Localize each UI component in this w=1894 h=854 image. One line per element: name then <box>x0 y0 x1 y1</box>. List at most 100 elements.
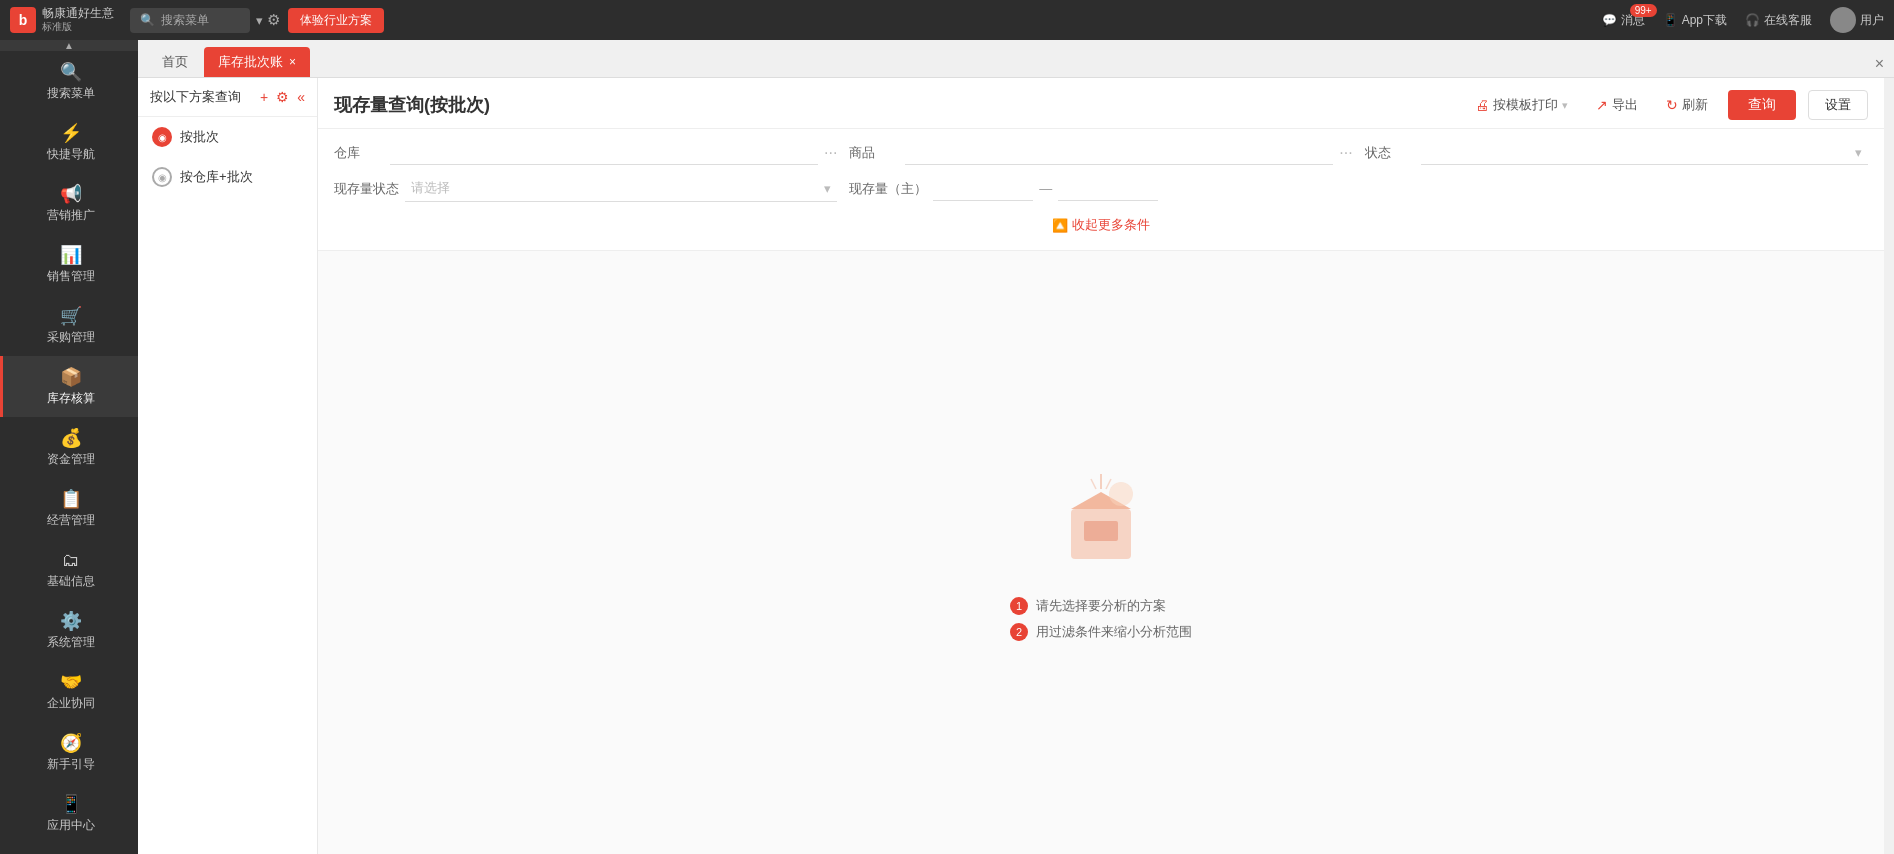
dropdown-icon[interactable]: ▾ <box>256 13 263 28</box>
sidebar-item-system[interactable]: ⚙️ 系统管理 <box>0 600 138 661</box>
scheme-settings-icon[interactable]: ⚙ <box>276 89 289 105</box>
refresh-btn[interactable]: ↻ 刷新 <box>1658 92 1716 118</box>
sidebar-item-marketing[interactable]: 📢 营销推广 <box>0 173 138 234</box>
edition-label: 标准版 <box>42 20 114 34</box>
svg-point-3 <box>1109 482 1133 506</box>
print-label: 按模板打印 <box>1493 96 1558 114</box>
goods-input[interactable] <box>905 141 1333 165</box>
stock-amount-dash: — <box>1039 181 1052 196</box>
tip-text-2: 用过滤条件来缩小分析范围 <box>1036 623 1192 641</box>
sidebar-sales-icon: 📊 <box>60 246 82 264</box>
topbar-nav-icons: ▾ ⚙ <box>256 11 280 29</box>
right-scrollbar[interactable] <box>1884 78 1894 854</box>
tip-num-1: 1 <box>1010 597 1028 615</box>
logo-icon: b <box>10 7 36 33</box>
sidebar-item-quick[interactable]: ⚡ 快捷导航 <box>0 112 138 173</box>
message-btn[interactable]: 💬 消息 99+ <box>1602 12 1645 29</box>
sidebar-item-finance[interactable]: 💰 资金管理 <box>0 417 138 478</box>
sidebar-item-purchase[interactable]: 🛒 采购管理 <box>0 295 138 356</box>
sidebar-operation-label: 经营管理 <box>47 512 95 529</box>
search-bar[interactable]: 🔍 搜索菜单 <box>130 8 250 33</box>
sidebar-item-inventory[interactable]: 📦 库存核算 <box>0 356 138 417</box>
sidebar-item-operation[interactable]: 📋 经营管理 <box>0 478 138 539</box>
page-header-actions: 🖨 按模板打印 ▾ ↗ 导出 ↻ 刷新 查询 设置 <box>1467 90 1868 120</box>
sidebar-item-sales[interactable]: 📊 销售管理 <box>0 234 138 295</box>
collapse-label: 收起更多条件 <box>1072 216 1150 234</box>
scheme-batch-icon: ◉ <box>152 127 172 147</box>
sidebar-marketing-icon: 📢 <box>60 185 82 203</box>
search-icon: 🔍 <box>140 13 155 27</box>
message-badge: 99+ <box>1630 4 1657 17</box>
sidebar-system-label: 系统管理 <box>47 634 95 651</box>
sidebar-sales-label: 销售管理 <box>47 268 95 285</box>
left-panel-header: 按以下方案查询 + ⚙ « <box>138 78 317 117</box>
stock-amount-max-input[interactable] <box>1058 177 1158 201</box>
sidebar-collab-icon: 🤝 <box>60 673 82 691</box>
page-header: 现存量查询(按批次) 🖨 按模板打印 ▾ ↗ 导出 ↻ <box>318 78 1884 129</box>
top-bar: b 畅康通好生意 标准版 🔍 搜索菜单 ▾ ⚙ 体验行业方案 💬 消息 99+ … <box>0 0 1894 40</box>
content-area: 首页 库存批次账 × × 按以下方案查询 + ⚙ « ◉ <box>138 40 1894 854</box>
collapse-btn[interactable]: 🔼 收起更多条件 <box>1040 212 1162 238</box>
warehouse-filter: 仓库 ··· <box>334 141 837 165</box>
sidebar-item-apps[interactable]: 📱 应用中心 <box>0 783 138 844</box>
stock-status-label: 现存量状态 <box>334 180 399 198</box>
collapse-panel-icon[interactable]: « <box>297 89 305 105</box>
warehouse-input[interactable] <box>390 141 818 165</box>
topbar-right: 💬 消息 99+ 📱 App下载 🎧 在线客服 用户 <box>1602 7 1884 33</box>
goods-label: 商品 <box>849 144 899 162</box>
headset-icon: 🎧 <box>1745 13 1760 27</box>
scheme-item-batch[interactable]: ◉ 按批次 <box>138 117 317 157</box>
tab-close-icon[interactable]: × <box>289 55 296 69</box>
sidebar-newbie-icon: 🧭 <box>60 734 82 752</box>
print-btn[interactable]: 🖨 按模板打印 ▾ <box>1467 92 1576 118</box>
experience-btn[interactable]: 体验行业方案 <box>288 8 384 33</box>
app-download-label: App下载 <box>1682 12 1727 29</box>
status-select[interactable]: ▾ <box>1421 141 1868 165</box>
gear-icon[interactable]: ⚙ <box>267 11 280 29</box>
query-btn[interactable]: 查询 <box>1728 90 1796 120</box>
sidebar-purchase-icon: 🛒 <box>60 307 82 325</box>
svg-line-5 <box>1091 479 1096 489</box>
sidebar-items: 🔍 搜索菜单 ⚡ 快捷导航 📢 营销推广 📊 销售管理 🛒 采购管理 📦 库存核… <box>0 51 138 854</box>
stock-status-select[interactable]: 请选择 ▾ <box>405 175 837 202</box>
scheme-warehouse_batch-icon: ◉ <box>152 167 172 187</box>
user-avatar-btn[interactable]: 用户 <box>1830 7 1884 33</box>
sidebar-item-search[interactable]: 🔍 搜索菜单 <box>0 51 138 112</box>
stock-status-filter: 现存量状态 请选择 ▾ <box>334 175 837 202</box>
empty-tip-2: 2 用过滤条件来缩小分析范围 <box>1010 623 1192 641</box>
filter-area: 仓库 ··· 商品 ··· 状态 <box>318 129 1884 251</box>
sidebar-item-newbie[interactable]: 🧭 新手引导 <box>0 722 138 783</box>
stock-amount-min-input[interactable] <box>933 177 1033 201</box>
sidebar-collab-label: 企业协同 <box>47 695 95 712</box>
scheme-item-warehouse_batch[interactable]: ◉ 按仓库+批次 <box>138 157 317 197</box>
tip-text-1: 请先选择要分析的方案 <box>1036 597 1166 615</box>
filter-row-1: 仓库 ··· 商品 ··· 状态 <box>334 141 1868 165</box>
left-panel: 按以下方案查询 + ⚙ « ◉ 按批次 ◉ 按仓库+批次 <box>138 78 318 854</box>
goods-dots[interactable]: ··· <box>1339 144 1352 162</box>
scheme-items: ◉ 按批次 ◉ 按仓库+批次 <box>138 117 317 197</box>
filter-row-2: 现存量状态 请选择 ▾ 现存量（主） — <box>334 175 1868 202</box>
sidebar-item-basic[interactable]: 🗂 基础信息 <box>0 539 138 600</box>
sidebar-item-collab[interactable]: 🤝 企业协同 <box>0 661 138 722</box>
sidebar-purchase-label: 采购管理 <box>47 329 95 346</box>
refresh-icon: ↻ <box>1666 97 1678 113</box>
tab-inventory-batch[interactable]: 库存批次账 × <box>204 47 310 77</box>
online-service-btn[interactable]: 🎧 在线客服 <box>1745 12 1812 29</box>
tab-home[interactable]: 首页 <box>148 47 202 77</box>
tab-bar: 首页 库存批次账 × × <box>138 40 1894 78</box>
search-placeholder: 搜索菜单 <box>161 12 209 29</box>
svg-line-6 <box>1106 479 1111 489</box>
sidebar-item-wechat[interactable]: 💬 企业微信 <box>0 844 138 854</box>
warehouse-dots[interactable]: ··· <box>824 144 837 162</box>
settings-btn[interactable]: 设置 <box>1808 90 1868 120</box>
page-title: 现存量查询(按批次) <box>334 93 490 117</box>
export-btn[interactable]: ↗ 导出 <box>1588 92 1646 118</box>
sidebar-search-label: 搜索菜单 <box>47 85 95 102</box>
sidebar: ▲ 🔍 搜索菜单 ⚡ 快捷导航 📢 营销推广 📊 销售管理 🛒 采购管理 📦 库… <box>0 40 138 854</box>
sidebar-scroll-up[interactable]: ▲ <box>0 40 138 51</box>
app-download-btn[interactable]: 📱 App下载 <box>1663 12 1727 29</box>
tab-close-right-btn[interactable]: × <box>1871 51 1888 77</box>
sidebar-operation-icon: 📋 <box>60 490 82 508</box>
add-scheme-icon[interactable]: + <box>260 89 268 105</box>
logo-text-wrap: 畅康通好生意 标准版 <box>42 6 114 34</box>
